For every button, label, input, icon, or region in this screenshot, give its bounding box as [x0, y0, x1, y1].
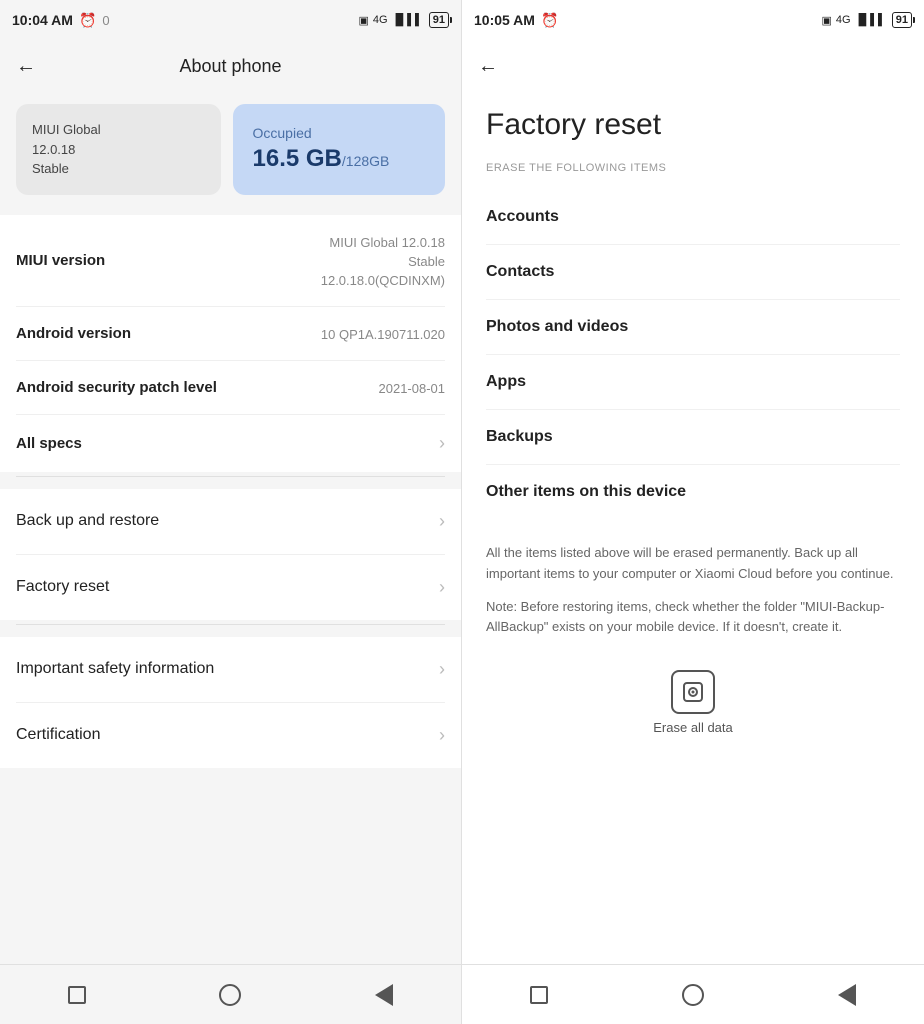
right-nav-circle-button[interactable]	[675, 977, 711, 1013]
warning-text: All the items listed above will be erase…	[486, 543, 900, 585]
erase-backups: Backups	[486, 410, 900, 465]
miui-info-section: MIUI Global 12.0.18 Stable Occupied 16.5…	[0, 92, 461, 207]
erase-other-items: Other items on this device	[486, 465, 900, 519]
storage-value: 16.5 GB/128GB	[253, 145, 426, 173]
android-version-label: Android version	[16, 325, 131, 342]
all-specs-item[interactable]: All specs ›	[16, 415, 445, 472]
factory-content: Factory reset ERASE THE FOLLOWING ITEMS …	[462, 92, 924, 964]
menu-section-2: Important safety information › Certifica…	[0, 637, 461, 768]
erase-photos: Photos and videos	[486, 300, 900, 355]
certification-item[interactable]: Certification ›	[16, 703, 445, 768]
backup-restore-label: Back up and restore	[16, 512, 159, 530]
left-nav-circle-button[interactable]	[212, 977, 248, 1013]
miui-version-label: MIUI version	[16, 252, 105, 269]
erase-accounts: Accounts	[486, 190, 900, 245]
divider-1	[16, 476, 445, 477]
left-nav-bar	[0, 964, 461, 1024]
left-time: 10:04 AM	[12, 12, 73, 28]
backup-restore-item[interactable]: Back up and restore ›	[16, 489, 445, 555]
left-about-content: MIUI Global 12.0.18 Stable Occupied 16.5…	[0, 92, 461, 964]
miui-version-val1: MIUI Global 12.0.18	[329, 235, 445, 250]
right-panel: 10:05 AM ⏰ ▣ 4G ▐▌▌▌ 91 ← Factory reset …	[462, 0, 924, 1024]
right-alarm-icon: ⏰	[541, 12, 558, 29]
storage-label: Occupied	[253, 125, 426, 141]
miui-version-item: MIUI version MIUI Global 12.0.18 Stable …	[16, 215, 445, 307]
left-triangle-icon	[375, 984, 393, 1006]
left-page-title: About phone	[48, 56, 413, 77]
erase-apps: Apps	[486, 355, 900, 410]
android-version-value: 10 QP1A.190711.020	[321, 327, 445, 342]
right-back-button[interactable]: ←	[478, 55, 498, 78]
right-nav-square-button[interactable]	[521, 977, 557, 1013]
storage-total: /128GB	[342, 153, 389, 169]
left-top-bar: ← About phone	[0, 40, 461, 92]
erase-all-button[interactable]: Erase all data	[486, 662, 900, 743]
erase-all-label: Erase all data	[653, 720, 733, 735]
right-battery: 91	[892, 12, 912, 28]
left-square-icon	[68, 986, 86, 1004]
left-back-button[interactable]: ←	[16, 55, 36, 78]
left-circle-icon	[219, 984, 241, 1006]
erase-items-list: Accounts Contacts Photos and videos Apps…	[486, 190, 900, 519]
left-battery: 91	[429, 12, 449, 28]
right-top-bar: ←	[462, 40, 924, 92]
left-signal-bars: ▐▌▌▌	[392, 14, 423, 26]
left-alarm-icon: ⏰	[79, 12, 96, 29]
left-4g-icon: 4G	[373, 14, 388, 26]
certification-label: Certification	[16, 726, 100, 744]
left-nav-back-button[interactable]	[366, 977, 402, 1013]
miui-info-card: MIUI Global 12.0.18 Stable	[16, 104, 221, 195]
storage-card: Occupied 16.5 GB/128GB	[233, 104, 446, 195]
all-specs-label: All specs	[16, 435, 82, 452]
right-status-icons: ▣ 4G ▐▌▌▌ 91	[821, 12, 912, 28]
miui-version-val2: Stable	[408, 254, 445, 269]
specs-section: MIUI version MIUI Global 12.0.18 Stable …	[0, 215, 461, 472]
safety-info-label: Important safety information	[16, 660, 214, 678]
safety-info-item[interactable]: Important safety information ›	[16, 637, 445, 703]
left-nav-square-button[interactable]	[59, 977, 95, 1013]
right-sim-icon: ▣	[821, 14, 831, 27]
note-text: Note: Before restoring items, check whet…	[486, 597, 900, 639]
menu-section-1: Back up and restore › Factory reset ›	[0, 489, 461, 620]
factory-reset-label: Factory reset	[16, 578, 109, 596]
right-triangle-icon	[838, 984, 856, 1006]
left-status-bar: 10:04 AM ⏰ 0 ▣ 4G ▐▌▌▌ 91	[0, 0, 461, 40]
erase-section-label: ERASE THE FOLLOWING ITEMS	[486, 162, 900, 174]
right-square-icon	[530, 986, 548, 1004]
safety-info-chevron-icon: ›	[439, 659, 445, 680]
security-patch-value: 2021-08-01	[379, 381, 446, 396]
erase-contacts: Contacts	[486, 245, 900, 300]
all-specs-chevron-icon: ›	[439, 433, 445, 454]
divider-2	[16, 624, 445, 625]
right-nav-bar	[462, 964, 924, 1024]
miui-version-right: MIUI Global 12.0.18 Stable 12.0.18.0(QCD…	[321, 233, 445, 288]
certification-chevron-icon: ›	[439, 725, 445, 746]
miui-version-val3: 12.0.18.0(QCDINXM)	[321, 273, 445, 288]
factory-reset-chevron-icon: ›	[439, 577, 445, 598]
miui-version-line1: MIUI Global 12.0.18 Stable	[32, 120, 205, 179]
security-patch-item: Android security patch level 2021-08-01	[16, 361, 445, 415]
right-4g-icon: 4G	[836, 14, 851, 26]
right-signal-bars: ▐▌▌▌	[855, 14, 886, 26]
factory-reset-item[interactable]: Factory reset ›	[16, 555, 445, 620]
android-version-item: Android version 10 QP1A.190711.020	[16, 307, 445, 361]
right-status-bar: 10:05 AM ⏰ ▣ 4G ▐▌▌▌ 91	[462, 0, 924, 40]
left-status-icons: ▣ 4G ▐▌▌▌ 91	[358, 12, 449, 28]
left-zero: 0	[102, 13, 109, 28]
erase-all-svg-icon	[681, 680, 705, 704]
right-time: 10:05 AM	[474, 12, 535, 28]
backup-restore-chevron-icon: ›	[439, 511, 445, 532]
left-panel: 10:04 AM ⏰ 0 ▣ 4G ▐▌▌▌ 91 ← About phone …	[0, 0, 462, 1024]
right-nav-back-button[interactable]	[829, 977, 865, 1013]
factory-reset-title: Factory reset	[486, 108, 900, 142]
left-sim-icon: ▣	[358, 14, 368, 27]
security-patch-label: Android security patch level	[16, 379, 217, 396]
right-circle-icon	[682, 984, 704, 1006]
erase-all-icon	[671, 670, 715, 714]
